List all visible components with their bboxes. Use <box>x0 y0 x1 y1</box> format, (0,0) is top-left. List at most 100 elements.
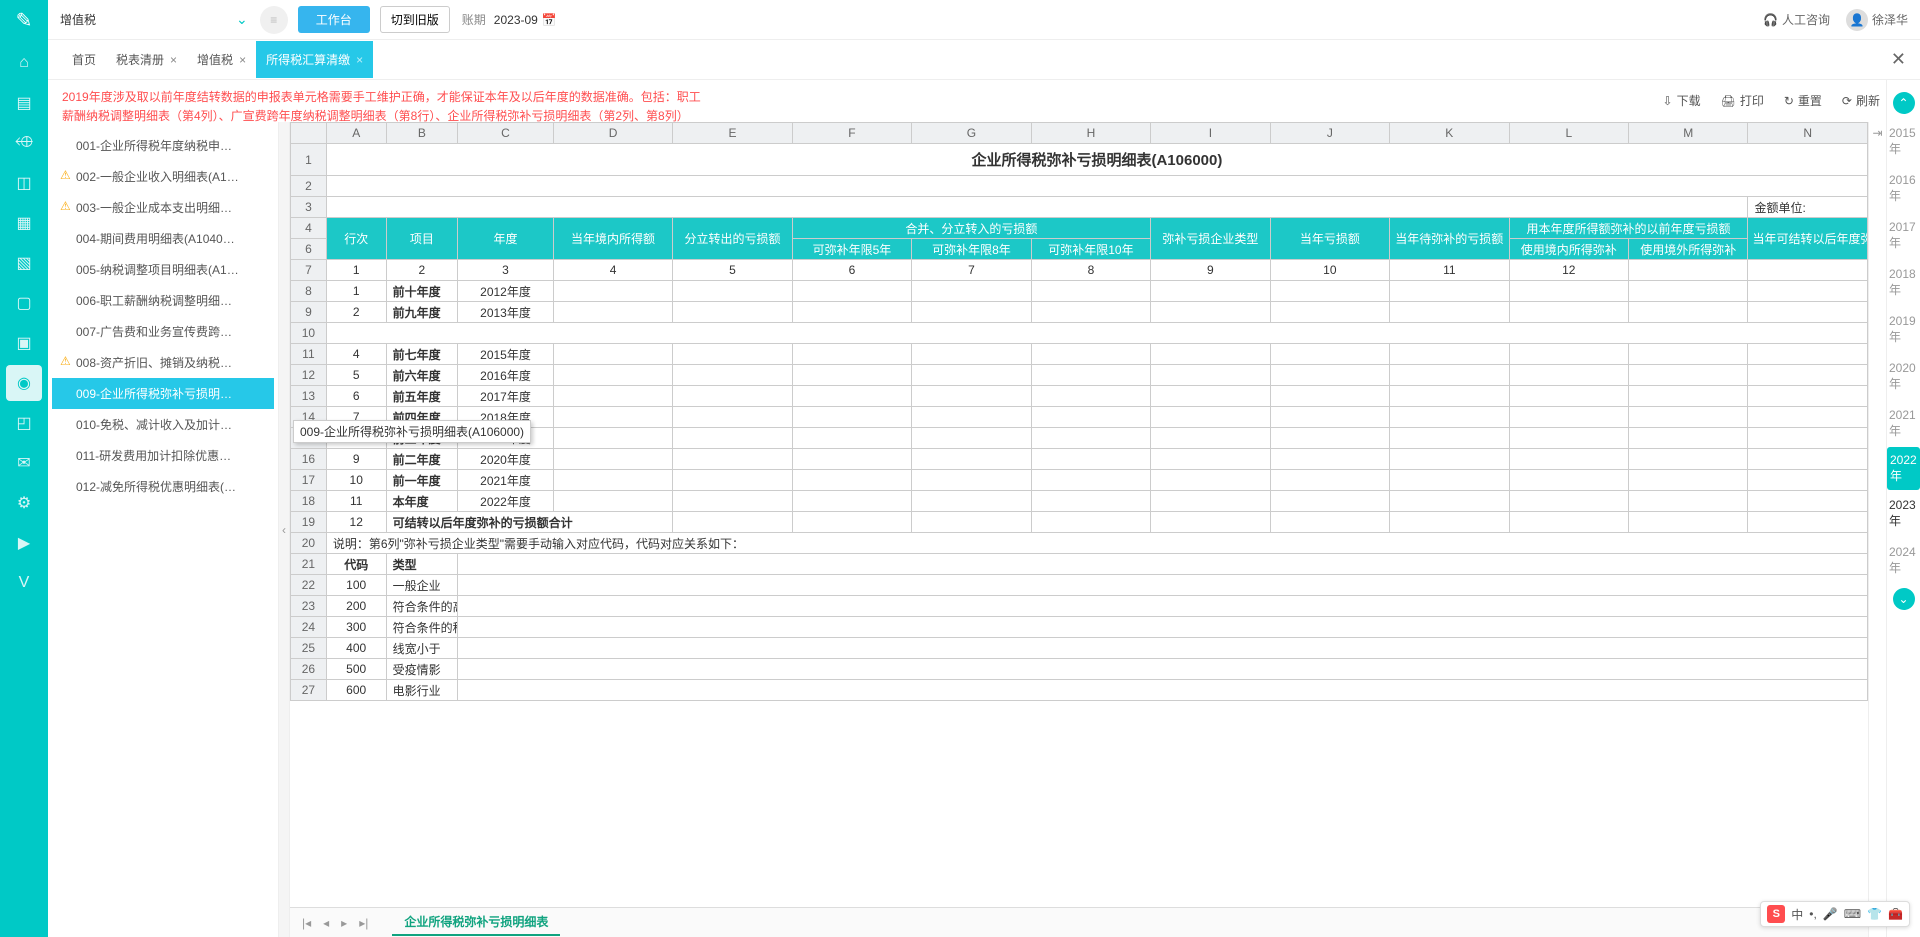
year-item[interactable]: 2016年 <box>1887 165 1920 212</box>
data-cell[interactable]: 2020年度 <box>458 449 554 470</box>
form-item-2[interactable]: ⚠003-一般企业成本支出明细… <box>52 192 274 223</box>
data-cell[interactable]: 前七年度 <box>386 344 458 365</box>
ime-toolbar[interactable]: S 中 •, 🎤 ⌨ 👕 🧰 <box>1760 901 1910 927</box>
data-cell[interactable] <box>1270 302 1389 323</box>
data-cell[interactable]: 4 <box>326 344 386 365</box>
year-item[interactable]: 2022年 <box>1887 447 1920 490</box>
nav-mail-icon[interactable]: ✉ <box>6 445 42 481</box>
data-cell[interactable] <box>673 386 792 407</box>
data-cell[interactable]: 本年度 <box>386 491 458 512</box>
data-cell[interactable] <box>1629 386 1748 407</box>
data-cell[interactable] <box>912 470 1031 491</box>
data-cell[interactable]: 前二年度 <box>386 449 458 470</box>
data-cell[interactable] <box>1629 470 1748 491</box>
download-button[interactable]: ⇩下载 <box>1663 92 1701 109</box>
data-cell[interactable]: 前九年度 <box>386 302 458 323</box>
data-cell[interactable] <box>1748 344 1868 365</box>
data-cell[interactable] <box>792 365 911 386</box>
data-cell[interactable] <box>553 365 672 386</box>
data-cell[interactable] <box>792 449 911 470</box>
data-cell[interactable] <box>1151 470 1270 491</box>
data-cell[interactable]: 6 <box>326 386 386 407</box>
data-cell[interactable] <box>1270 470 1389 491</box>
year-scroll-down-icon[interactable]: ⌄ <box>1893 588 1915 610</box>
form-item-8[interactable]: 009-企业所得税弥补亏损明… <box>52 378 274 409</box>
ime-keyboard-icon[interactable]: ⌨ <box>1844 907 1861 921</box>
year-item[interactable]: 2021年 <box>1887 400 1920 447</box>
data-cell[interactable]: 前五年度 <box>386 386 458 407</box>
tab-1[interactable]: 税表清册× <box>106 41 187 78</box>
data-cell[interactable] <box>1629 365 1748 386</box>
data-cell[interactable] <box>1629 512 1748 533</box>
nav-chart-icon[interactable]: ⬲ <box>6 125 42 161</box>
data-cell[interactable]: 前十年度 <box>386 281 458 302</box>
data-cell[interactable] <box>1151 344 1270 365</box>
data-cell[interactable] <box>1390 491 1509 512</box>
ime-skin-icon[interactable]: 👕 <box>1867 907 1882 921</box>
spreadsheet[interactable]: ABCDEFGHIJKLMN1企业所得税弥补亏损明细表(A106000)23金额… <box>290 122 1868 907</box>
year-item[interactable]: 2020年 <box>1887 353 1920 400</box>
col-header[interactable]: J <box>1270 123 1389 144</box>
data-cell[interactable] <box>1509 365 1628 386</box>
year-item[interactable]: 2017年 <box>1887 212 1920 259</box>
data-cell[interactable] <box>1629 344 1748 365</box>
data-cell[interactable] <box>1270 428 1389 449</box>
data-cell[interactable]: 前一年度 <box>386 470 458 491</box>
data-cell[interactable] <box>553 344 672 365</box>
nav-box-icon[interactable]: ◫ <box>6 165 42 201</box>
data-cell[interactable] <box>553 428 672 449</box>
tab-3[interactable]: 所得税汇算清缴× <box>256 41 373 78</box>
data-cell[interactable] <box>1031 428 1150 449</box>
data-cell[interactable] <box>1031 491 1150 512</box>
data-cell[interactable] <box>1390 449 1509 470</box>
year-item[interactable]: 2023年 <box>1887 490 1920 537</box>
data-cell[interactable] <box>792 386 911 407</box>
nav-clip-icon[interactable]: ◰ <box>6 405 42 441</box>
data-cell[interactable]: 2016年度 <box>458 365 554 386</box>
nav-home-icon[interactable]: ⌂ <box>6 45 42 81</box>
col-header[interactable]: H <box>1031 123 1150 144</box>
header-round-button[interactable]: ≡ <box>260 6 288 34</box>
nav-doc-icon[interactable]: ▦ <box>6 205 42 241</box>
year-item[interactable]: 2015年 <box>1887 118 1920 165</box>
data-cell[interactable] <box>1270 512 1389 533</box>
data-cell[interactable] <box>1270 281 1389 302</box>
print-button[interactable]: 🖨打印 <box>1721 92 1764 109</box>
col-header[interactable]: I <box>1151 123 1270 144</box>
data-cell[interactable] <box>1748 512 1868 533</box>
close-all-tabs-icon[interactable]: ✕ <box>1891 49 1906 70</box>
data-cell[interactable] <box>1031 344 1150 365</box>
data-cell[interactable] <box>1629 407 1748 428</box>
data-cell[interactable] <box>792 470 911 491</box>
data-cell[interactable] <box>1031 470 1150 491</box>
data-cell[interactable]: 2013年度 <box>458 302 554 323</box>
nav-gear-icon[interactable]: ⚙ <box>6 485 42 521</box>
close-icon[interactable]: × <box>239 53 246 67</box>
data-cell[interactable] <box>1390 470 1509 491</box>
data-cell[interactable] <box>1509 428 1628 449</box>
data-cell[interactable] <box>1509 344 1628 365</box>
data-cell[interactable] <box>1390 386 1509 407</box>
data-cell[interactable] <box>1629 281 1748 302</box>
data-cell[interactable] <box>1151 491 1270 512</box>
data-cell[interactable] <box>1509 449 1628 470</box>
data-cell[interactable] <box>912 386 1031 407</box>
data-cell[interactable] <box>1629 491 1748 512</box>
data-cell[interactable] <box>1748 449 1868 470</box>
data-cell[interactable] <box>1270 407 1389 428</box>
col-header[interactable]: L <box>1509 123 1628 144</box>
tab-0[interactable]: 首页 <box>62 41 106 78</box>
form-item-1[interactable]: ⚠002-一般企业收入明细表(A1… <box>52 161 274 192</box>
data-cell[interactable] <box>912 344 1031 365</box>
col-header[interactable]: N <box>1748 123 1868 144</box>
data-cell[interactable] <box>673 470 792 491</box>
data-cell[interactable]: 2017年度 <box>458 386 554 407</box>
data-cell[interactable] <box>1390 281 1509 302</box>
data-cell[interactable] <box>1390 365 1509 386</box>
ime-mic-icon[interactable]: 🎤 <box>1823 907 1838 921</box>
data-cell[interactable] <box>912 491 1031 512</box>
year-scroll-up-icon[interactable]: ⌃ <box>1893 92 1915 114</box>
data-cell[interactable]: 2022年度 <box>458 491 554 512</box>
user-menu[interactable]: 👤 徐泽华 <box>1846 9 1908 31</box>
data-cell[interactable]: 9 <box>326 449 386 470</box>
